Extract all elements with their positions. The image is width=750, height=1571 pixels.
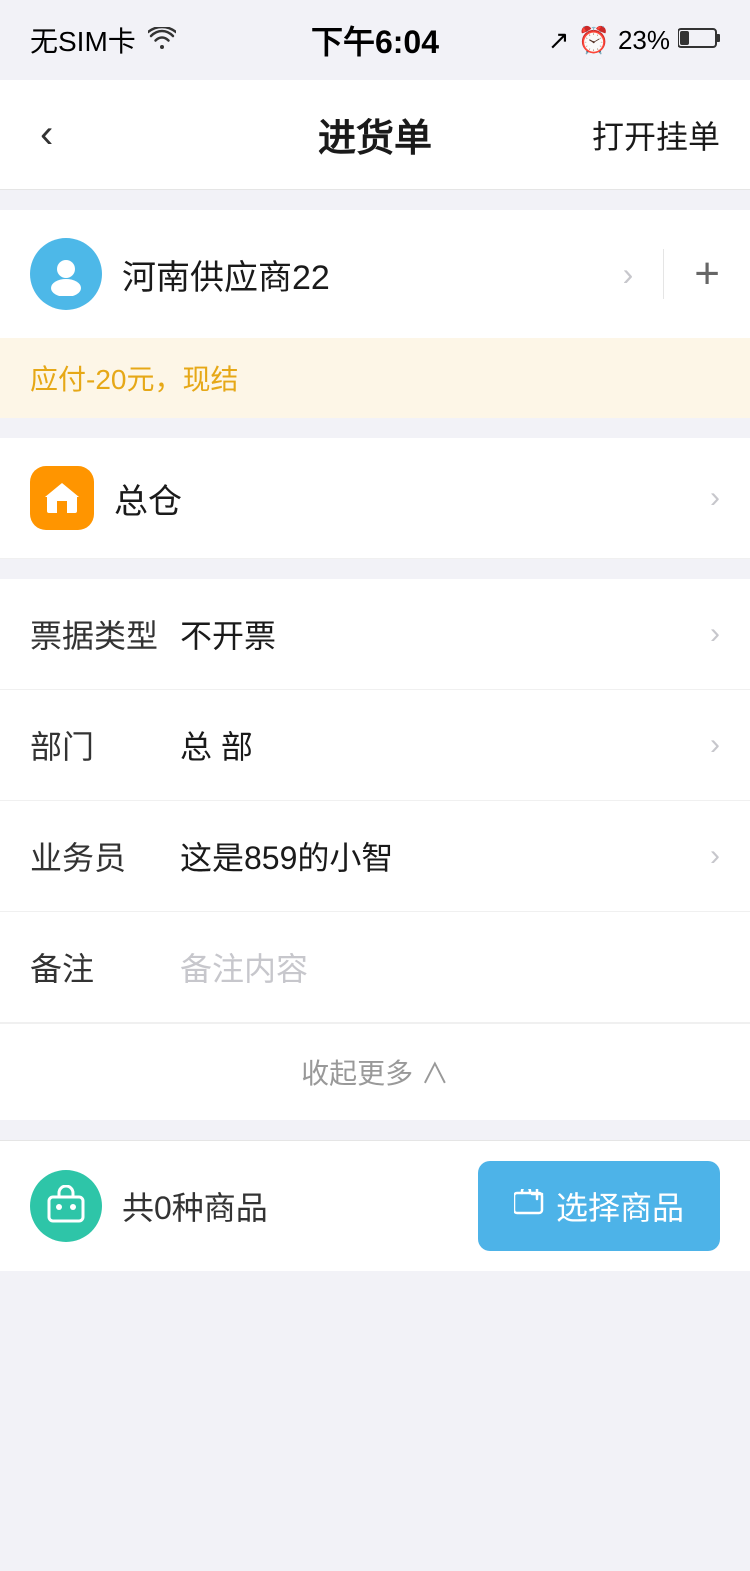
salesperson-label: 业务员 <box>30 833 180 879</box>
warehouse-icon <box>30 466 94 530</box>
carrier-label: 无SIM卡 <box>30 20 136 60</box>
invoice-type-value: 不开票 <box>180 611 700 657</box>
nav-bar: ‹ 进货单 打开挂单 <box>0 80 750 190</box>
open-pending-button[interactable]: 打开挂单 <box>592 112 720 158</box>
form-gap-2 <box>0 559 750 579</box>
back-button[interactable]: ‹ <box>30 102 63 167</box>
bottom-bar: 共0种商品 选择商品 <box>0 1140 750 1271</box>
warehouse-row[interactable]: 总仓 › <box>0 438 750 559</box>
form-gap-1 <box>0 418 750 438</box>
collapse-button[interactable]: 收起更多 ∧ <box>0 1023 750 1120</box>
department-chevron: › <box>710 728 720 762</box>
salesperson-value: 这是859的小智 <box>180 833 700 879</box>
select-product-label: 选择商品 <box>556 1183 684 1229</box>
alarm-icon: ⏰ <box>578 25 610 56</box>
section-gap-1 <box>0 190 750 210</box>
status-time: 下午6:04 <box>311 17 439 63</box>
collapse-label: 收起更多 ∧ <box>301 1058 449 1089</box>
page-title: 进货单 <box>318 107 432 162</box>
location-icon: ↗ <box>548 25 570 56</box>
warehouse-chevron-icon: › <box>710 481 720 515</box>
supplier-divider <box>663 249 664 299</box>
product-count-label: 共0种商品 <box>122 1183 478 1229</box>
product-icon <box>30 1170 102 1242</box>
salesperson-chevron: › <box>710 839 720 873</box>
wifi-icon <box>148 24 176 56</box>
select-product-button[interactable]: 选择商品 <box>478 1161 720 1251</box>
remark-label: 备注 <box>30 944 180 990</box>
salesperson-row[interactable]: 业务员 这是859的小智 › <box>0 801 750 912</box>
battery-icon <box>678 25 720 56</box>
notice-text: 应付-20元，现结 <box>30 364 238 395</box>
supplier-row[interactable]: 河南供应商22 › + <box>0 210 750 338</box>
department-row[interactable]: 部门 总 部 › <box>0 690 750 801</box>
supplier-name: 河南供应商22 <box>122 250 623 299</box>
status-right: ↗ ⏰ 23% <box>548 25 720 56</box>
supplier-chevron-icon: › <box>623 256 634 293</box>
department-label: 部门 <box>30 722 180 768</box>
status-left: 无SIM卡 <box>30 20 176 60</box>
page-rest <box>0 1271 750 1571</box>
form-section: 票据类型 不开票 › 部门 总 部 › 业务员 这是859的小智 › 备注 备注… <box>0 579 750 1120</box>
remark-row[interactable]: 备注 备注内容 <box>0 912 750 1023</box>
notice-banner: 应付-20元，现结 <box>0 338 750 418</box>
supplier-section: 河南供应商22 › + 应付-20元，现结 <box>0 210 750 418</box>
department-value: 总 部 <box>180 722 700 768</box>
supplier-add-button[interactable]: + <box>694 249 720 299</box>
invoice-type-label: 票据类型 <box>30 611 180 657</box>
battery-label: 23% <box>618 25 670 56</box>
invoice-type-row[interactable]: 票据类型 不开票 › <box>0 579 750 690</box>
warehouse-name: 总仓 <box>114 474 710 523</box>
supplier-avatar <box>30 238 102 310</box>
select-product-icon <box>514 1189 546 1223</box>
status-bar: 无SIM卡 下午6:04 ↗ ⏰ 23% <box>0 0 750 80</box>
invoice-type-chevron: › <box>710 617 720 651</box>
remark-value[interactable]: 备注内容 <box>180 944 720 990</box>
